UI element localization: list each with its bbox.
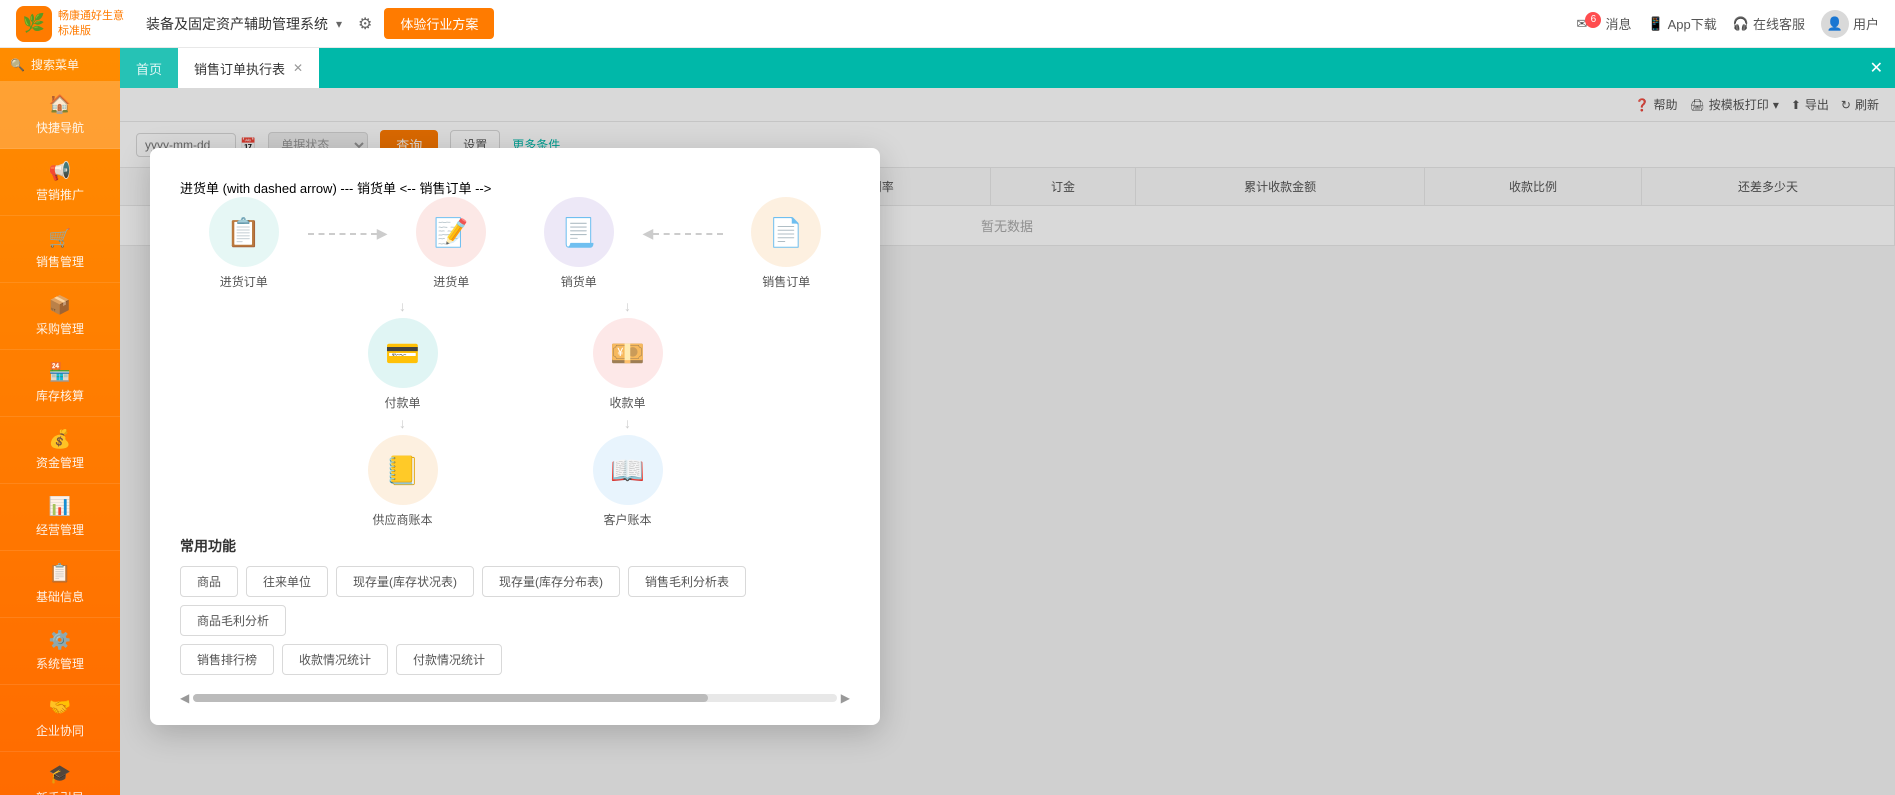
func-btn-payment-stats[interactable]: 付款情况统计 — [396, 644, 502, 675]
tab-bar: 首页 销售订单执行表 ✕ ✕ — [120, 48, 1895, 88]
avatar: 👤 — [1821, 10, 1849, 38]
user-button[interactable]: 👤 用户 — [1821, 10, 1879, 38]
flow-node-sales-bill[interactable]: 📃 销货单 — [515, 197, 643, 290]
sidebar-item-finance[interactable]: 💰 资金管理 — [0, 417, 120, 484]
marketing-icon: 📢 — [49, 161, 71, 182]
func-btn-goods-margin[interactable]: 商品毛利分析 — [180, 605, 286, 636]
scroll-left-arrow[interactable]: ◀ — [180, 691, 189, 705]
tab-home[interactable]: 首页 — [120, 48, 178, 88]
func-btn-stock-status[interactable]: 现存量(库存状况表) — [336, 566, 474, 597]
flow-node-sales-order[interactable]: 📄 销售订单 — [723, 197, 851, 290]
sales-bill-icon: 📃 — [561, 216, 596, 249]
system-icon: ⚙️ — [49, 630, 71, 651]
purchase-order-icon: 📋 — [226, 216, 261, 249]
sidebar-item-purchase[interactable]: 📦 采购管理 — [0, 283, 120, 350]
flow-node-customer-ledger[interactable]: 📖 — [593, 435, 663, 505]
customer-ledger-label: 客户账本 — [603, 511, 651, 528]
payment-icon: 💳 — [385, 337, 420, 370]
purchase-icon: 📦 — [49, 295, 71, 316]
common-functions-title: 常用功能 — [180, 536, 850, 556]
func-buttons: 商品 往来单位 现存量(库存状况表) 现存量(库存分布表) 销售毛利分析表 商品… — [180, 566, 850, 636]
flow-node-supplier-ledger[interactable]: 📒 — [368, 435, 438, 505]
scroll-thumb — [193, 694, 708, 702]
online-support-button[interactable]: 🎧 在线客服 — [1733, 14, 1805, 33]
sidebar-item-quick-nav[interactable]: 🏠 快捷导航 — [0, 82, 120, 149]
sidebar-item-inventory[interactable]: 🏪 库存核算 — [0, 350, 120, 417]
system-dropdown[interactable]: ▾ — [336, 17, 342, 31]
common-functions: 常用功能 商品 往来单位 现存量(库存状况表) 现存量(库存分布表) 销售毛利分… — [180, 536, 850, 675]
page-content: ❓ 帮助 🖨 按模板打印 ▾ ⬆ 导出 ↻ 刷新 — [120, 88, 1895, 795]
logo-area: 🌿 畅康通好生意 标准版 — [16, 6, 136, 42]
sidebar-item-newbie[interactable]: 🎓 新手引导 — [0, 752, 120, 795]
func-btn-stock-dist[interactable]: 现存量(库存分布表) — [482, 566, 620, 597]
logo-icon: 🌿 — [16, 6, 52, 42]
tab-bar-close-button[interactable]: ✕ — [1870, 58, 1883, 78]
flow-modal: 进货单 (with dashed arrow) --- 销货单 <-- 销售订单… — [150, 148, 880, 725]
flow-node-receipt[interactable]: 💴 — [593, 318, 663, 388]
flow-node-purchase-order[interactable]: 📋 进货订单 — [180, 197, 308, 290]
search-icon: 🔍 — [10, 58, 25, 72]
flow-node-payment[interactable]: 💳 — [368, 318, 438, 388]
coop-icon: 🤝 — [49, 697, 71, 718]
operations-icon: 📊 — [49, 496, 71, 517]
app-download-button[interactable]: 📱 App下载 — [1647, 14, 1716, 33]
flow-node-purchase-bill[interactable]: 📝 进货单 — [388, 197, 516, 290]
supplier-ledger-label: 供应商账本 — [372, 511, 432, 528]
receipt-label: 收款单 — [609, 394, 645, 411]
sidebar: 🔍 搜索菜单 🏠 快捷导航 📢 营销推广 🛒 销售管理 📦 采购管理 🏪 — [0, 48, 120, 795]
payment-label: 付款单 — [384, 394, 420, 411]
header-right: ✉ 6 消息 📱 App下载 🎧 在线客服 👤 用户 — [1577, 10, 1879, 38]
support-icon: 🎧 — [1733, 16, 1749, 32]
func-btn-partner[interactable]: 往来单位 — [246, 566, 328, 597]
search-menu[interactable]: 🔍 搜索菜单 — [0, 48, 120, 82]
home-icon: 🏠 — [49, 94, 71, 115]
supplier-ledger-icon: 📒 — [385, 454, 420, 487]
purchase-bill-icon: 📝 — [434, 216, 469, 249]
system-name: 装备及固定资产辅助管理系统 ▾ ⚙ — [146, 14, 372, 34]
base-info-icon: 📋 — [49, 563, 71, 584]
message-button[interactable]: ✉ 6 消息 — [1577, 14, 1632, 33]
sales-order-label: 销售订单 — [762, 273, 810, 290]
sidebar-item-base-info[interactable]: 📋 基础信息 — [0, 551, 120, 618]
modal-overlay: 进货单 (with dashed arrow) --- 销货单 <-- 销售订单… — [120, 88, 1895, 795]
inventory-icon: 🏪 — [49, 362, 71, 383]
sidebar-item-corp-coop[interactable]: 🤝 企业协同 — [0, 685, 120, 752]
logo-text: 畅康通好生意 标准版 — [58, 9, 124, 38]
customer-ledger-icon: 📖 — [610, 454, 645, 487]
sidebar-item-operations[interactable]: 📊 经营管理 — [0, 484, 120, 551]
func-buttons-row2: 销售排行榜 收款情况统计 付款情况统计 — [180, 644, 850, 675]
func-btn-receipt-stats[interactable]: 收款情况统计 — [282, 644, 388, 675]
tab-sales-order-exec[interactable]: 销售订单执行表 ✕ — [178, 48, 319, 88]
trial-button[interactable]: 体验行业方案 — [384, 8, 494, 39]
scroll-track[interactable] — [193, 694, 837, 702]
tab-close-button[interactable]: ✕ — [293, 61, 303, 75]
func-btn-sales-margin[interactable]: 销售毛利分析表 — [628, 566, 746, 597]
sidebar-item-system[interactable]: ⚙️ 系统管理 — [0, 618, 120, 685]
sales-order-icon: 📄 — [769, 216, 804, 249]
settings-icon[interactable]: ⚙ — [358, 14, 372, 34]
purchase-order-label: 进货订单 — [220, 273, 268, 290]
sales-icon: 🛒 — [49, 228, 71, 249]
download-icon: 📱 — [1647, 16, 1663, 32]
sales-bill-label: 销货单 — [561, 273, 597, 290]
receipt-icon: 💴 — [610, 337, 645, 370]
modal-scrollbar: ◀ ▶ — [180, 691, 850, 705]
finance-icon: 💰 — [49, 429, 71, 450]
func-btn-sales-rank[interactable]: 销售排行榜 — [180, 644, 274, 675]
purchase-bill-label: 进货单 — [433, 273, 469, 290]
func-btn-goods[interactable]: 商品 — [180, 566, 238, 597]
sidebar-item-marketing[interactable]: 📢 营销推广 — [0, 149, 120, 216]
scroll-right-arrow[interactable]: ▶ — [841, 691, 850, 705]
newbie-icon: 🎓 — [49, 764, 71, 785]
sidebar-item-sales[interactable]: 🛒 销售管理 — [0, 216, 120, 283]
